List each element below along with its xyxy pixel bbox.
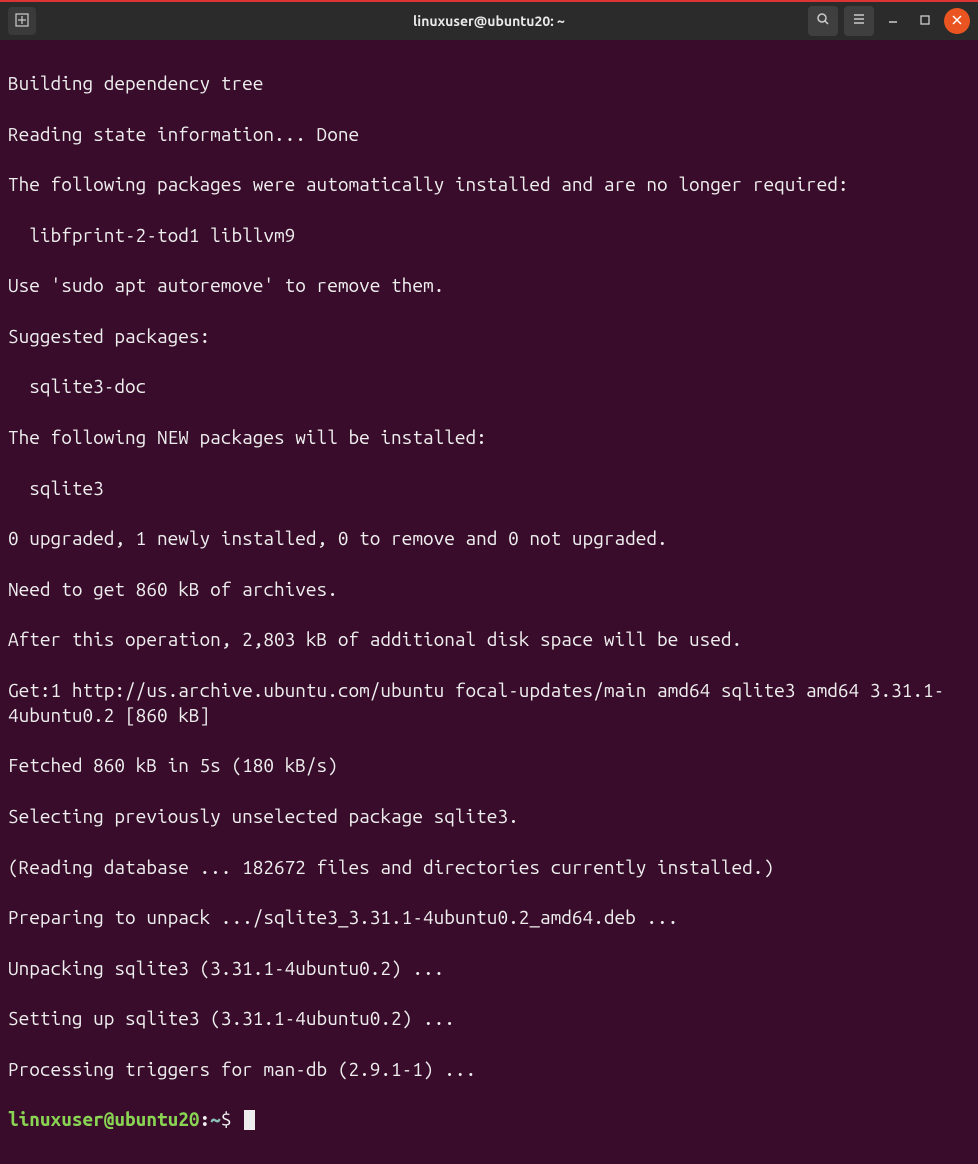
window-title: linuxuser@ubuntu20: ~ xyxy=(413,13,565,29)
close-icon xyxy=(952,12,962,30)
titlebar-right xyxy=(808,6,970,36)
output-line: sqlite3 xyxy=(8,476,970,501)
titlebar: linuxuser@ubuntu20: ~ xyxy=(0,0,978,40)
output-line: Unpacking sqlite3 (3.31.1-4ubuntu0.2) ..… xyxy=(8,956,970,981)
output-line: Building dependency tree xyxy=(8,71,970,96)
output-line: 0 upgraded, 1 newly installed, 0 to remo… xyxy=(8,526,970,551)
search-button[interactable] xyxy=(808,6,838,36)
new-tab-icon xyxy=(15,13,29,30)
terminal-output[interactable]: Building dependency tree Reading state i… xyxy=(0,40,978,1164)
menu-button[interactable] xyxy=(844,6,874,36)
maximize-button[interactable] xyxy=(912,8,938,34)
output-line: Fetched 860 kB in 5s (180 kB/s) xyxy=(8,753,970,778)
cursor xyxy=(244,1110,255,1130)
output-line: Reading state information... Done xyxy=(8,122,970,147)
prompt-line: linuxuser@ubuntu20:~$ xyxy=(8,1107,970,1132)
minimize-icon xyxy=(888,12,898,30)
prompt-path: ~ xyxy=(210,1108,221,1130)
new-tab-button[interactable] xyxy=(8,7,36,35)
hamburger-icon xyxy=(852,12,866,30)
output-line: libfprint-2-tod1 libllvm9 xyxy=(8,223,970,248)
output-line: Use 'sudo apt autoremove' to remove them… xyxy=(8,273,970,298)
output-line: The following NEW packages will be insta… xyxy=(8,425,970,450)
minimize-button[interactable] xyxy=(880,8,906,34)
prompt-symbol: $ xyxy=(221,1108,232,1130)
maximize-icon xyxy=(920,12,930,30)
search-icon xyxy=(816,12,830,30)
output-line: Suggested packages: xyxy=(8,324,970,349)
output-line: The following packages were automaticall… xyxy=(8,172,970,197)
output-line: Need to get 860 kB of archives. xyxy=(8,577,970,602)
output-line: Selecting previously unselected package … xyxy=(8,804,970,829)
output-line: Setting up sqlite3 (3.31.1-4ubuntu0.2) .… xyxy=(8,1006,970,1031)
prompt-sep: : xyxy=(200,1108,211,1130)
output-line: After this operation, 2,803 kB of additi… xyxy=(8,627,970,652)
output-line: Preparing to unpack .../sqlite3_3.31.1-4… xyxy=(8,905,970,930)
output-line: Get:1 http://us.archive.ubuntu.com/ubunt… xyxy=(8,678,970,729)
output-line: Processing triggers for man-db (2.9.1-1)… xyxy=(8,1057,970,1082)
close-button[interactable] xyxy=(944,8,970,34)
output-line: sqlite3-doc xyxy=(8,374,970,399)
output-line: (Reading database ... 182672 files and d… xyxy=(8,855,970,880)
prompt-user: linuxuser@ubuntu20 xyxy=(8,1108,200,1130)
titlebar-left xyxy=(8,7,36,35)
